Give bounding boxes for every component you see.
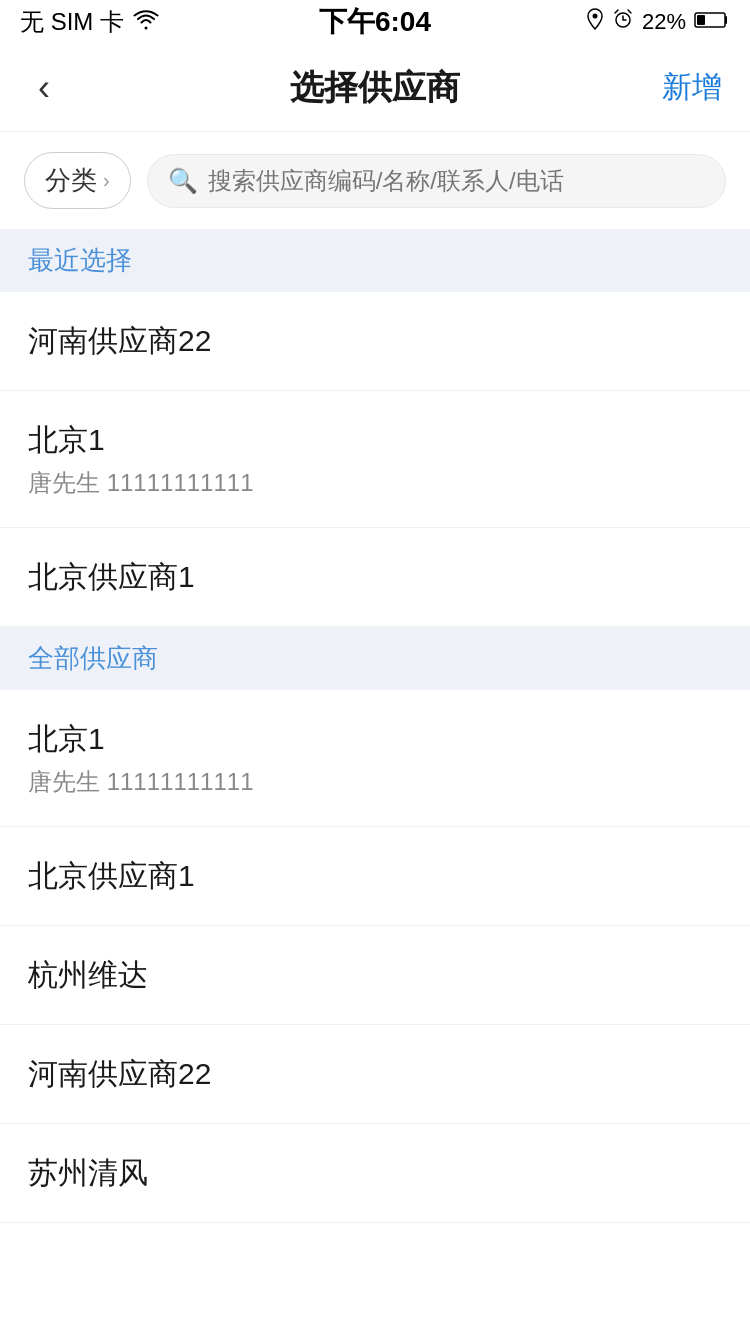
list-item[interactable]: 北京1 唐先生 11111111111 [0,690,750,827]
search-input[interactable] [208,167,705,195]
status-time: 下午6:04 [319,3,431,41]
search-icon: 🔍 [168,167,198,195]
chevron-right-icon: › [103,169,110,192]
add-button[interactable]: 新增 [662,67,722,108]
list-item[interactable]: 北京供应商1 [0,528,750,627]
list-item[interactable]: 杭州维达 [0,926,750,1025]
recent-items-list: 河南供应商22 北京1 唐先生 11111111111 北京供应商1 [0,292,750,627]
list-item[interactable]: 苏州清风 [0,1124,750,1223]
category-label: 分类 [45,163,97,198]
location-icon [586,8,604,36]
item-name: 北京供应商1 [28,855,722,897]
item-name: 北京1 [28,419,722,461]
item-name: 河南供应商22 [28,320,722,362]
page-title: 选择供应商 [290,65,460,111]
status-right: 22% [586,8,730,36]
recent-section-label: 最近选择 [28,245,132,275]
battery-label: 22% [642,9,686,35]
battery-icon [694,9,730,35]
filter-bar: 分类 › 🔍 [0,132,750,229]
recent-section-header: 最近选择 [0,229,750,292]
back-button[interactable]: ‹ [28,57,60,119]
status-bar: 无 SIM 卡 下午6:04 22% [0,0,750,44]
item-sub: 唐先生 11111111111 [28,467,722,499]
all-items-list: 北京1 唐先生 11111111111 北京供应商1 杭州维达 河南供应商22 … [0,690,750,1223]
item-name: 杭州维达 [28,954,722,996]
all-section-label: 全部供应商 [28,643,158,673]
all-section-header: 全部供应商 [0,627,750,690]
list-item[interactable]: 河南供应商22 [0,1025,750,1124]
list-item[interactable]: 北京供应商1 [0,827,750,926]
search-box[interactable]: 🔍 [147,154,726,208]
alarm-icon [612,8,634,36]
list-item[interactable]: 河南供应商22 [0,292,750,391]
carrier-label: 无 SIM 卡 [20,6,124,38]
status-left: 无 SIM 卡 [20,6,160,38]
category-button[interactable]: 分类 › [24,152,131,209]
svg-rect-3 [697,15,705,25]
list-item[interactable]: 北京1 唐先生 11111111111 [0,391,750,528]
item-name: 河南供应商22 [28,1053,722,1095]
nav-bar: ‹ 选择供应商 新增 [0,44,750,132]
item-name: 北京1 [28,718,722,760]
item-name: 北京供应商1 [28,556,722,598]
svg-point-0 [592,14,597,19]
item-name: 苏州清风 [28,1152,722,1194]
item-sub: 唐先生 11111111111 [28,766,722,798]
wifi-icon [132,8,160,36]
